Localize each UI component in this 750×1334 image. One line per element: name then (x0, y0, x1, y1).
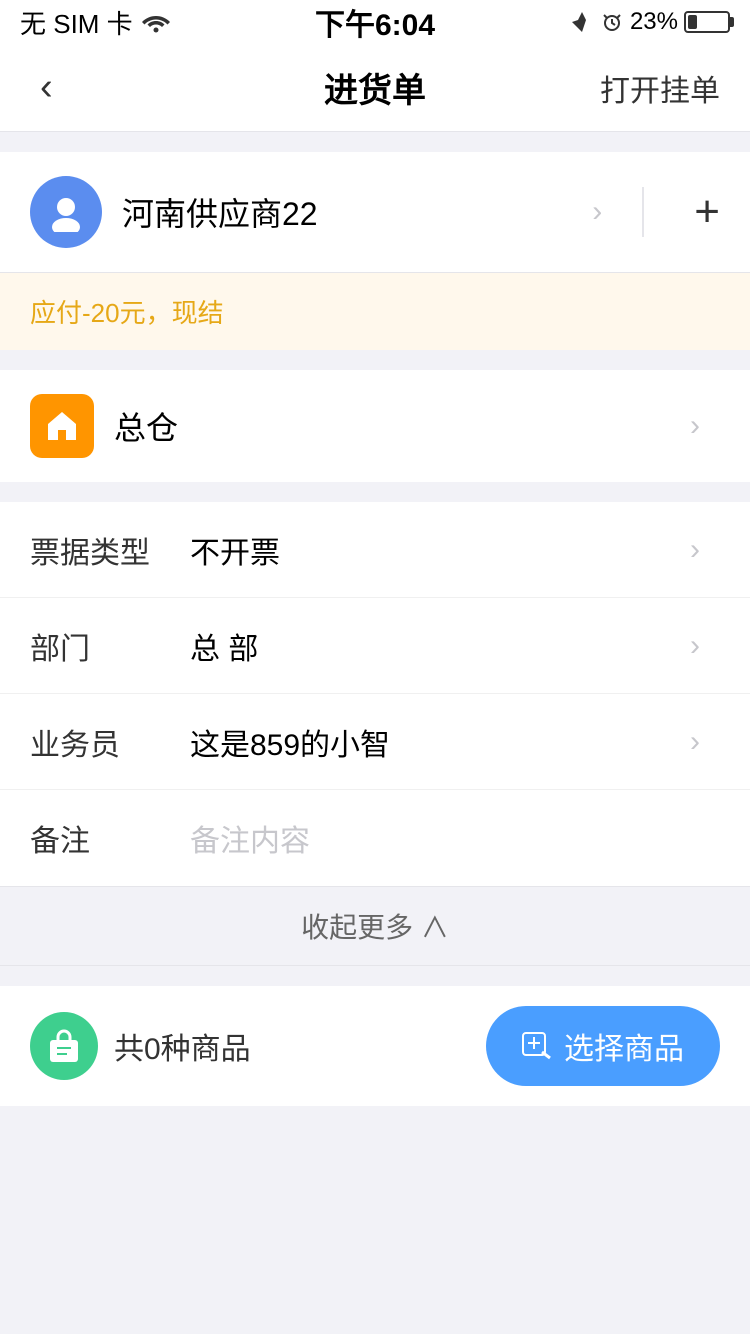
product-icon (30, 1012, 98, 1080)
collapse-button[interactable]: 收起更多 ∧ (0, 886, 750, 966)
department-arrow-icon: › (690, 629, 700, 663)
shopping-bag-icon (44, 1026, 84, 1066)
status-right: 23% (570, 8, 730, 36)
status-time: 下午6:04 (315, 0, 435, 44)
location-icon (570, 10, 594, 34)
department-row[interactable]: 部门 总 部 › (0, 598, 750, 694)
department-value: 总 部 (170, 624, 690, 668)
salesperson-arrow-icon: › (690, 725, 700, 759)
form-section: 票据类型 不开票 › 部门 总 部 › 业务员 这是859的小智 › 备注 备注… (0, 502, 750, 886)
supplier-divider (642, 187, 644, 237)
supplier-arrow-icon: › (592, 195, 602, 229)
collapse-label: 收起更多 ∧ (301, 906, 449, 946)
battery-text: 23% (630, 8, 678, 36)
select-product-label: 选择商品 (564, 1024, 684, 1068)
notice-text: 应付-20元，现结 (30, 298, 224, 328)
remark-row[interactable]: 备注 备注内容 (0, 790, 750, 886)
invoice-type-value: 不开票 (170, 528, 690, 572)
remark-placeholder: 备注内容 (170, 816, 720, 860)
department-label: 部门 (30, 624, 170, 668)
salesperson-value: 这是859的小智 (170, 720, 690, 764)
product-count-left: 共0种商品 (30, 1012, 251, 1080)
warehouse-arrow-icon: › (690, 409, 700, 443)
section-gap-1 (0, 132, 750, 152)
supplier-avatar (30, 176, 102, 248)
invoice-type-arrow-icon: › (690, 533, 700, 567)
nav-bar: ‹ 进货单 打开挂单 (0, 44, 750, 132)
section-gap-2 (0, 350, 750, 370)
invoice-type-label: 票据类型 (30, 528, 170, 572)
select-product-icon (522, 1032, 554, 1060)
wifi-icon (141, 10, 171, 34)
house-icon (44, 408, 80, 444)
notice-bar: 应付-20元，现结 (0, 273, 750, 350)
supplier-row[interactable]: 河南供应商22 › (0, 152, 622, 272)
warehouse-name: 总仓 (114, 403, 690, 449)
back-button[interactable]: ‹ (30, 56, 63, 119)
section-gap-3 (0, 482, 750, 502)
main-content: 河南供应商22 › + 应付-20元，现结 总仓 › 票据类型 不开票 › 部门 (0, 132, 750, 1334)
supplier-section: 河南供应商22 › + (0, 152, 750, 273)
select-product-button[interactable]: 选择商品 (486, 1006, 720, 1086)
warehouse-row[interactable]: 总仓 › (0, 370, 750, 482)
page-title: 进货单 (324, 63, 426, 112)
supplier-name: 河南供应商22 (122, 189, 592, 235)
status-bar: 无 SIM 卡 下午6:04 23% (0, 0, 750, 44)
alarm-icon (600, 10, 624, 34)
warehouse-icon (30, 394, 94, 458)
bottom-bar: 共0种商品 选择商品 (0, 986, 750, 1106)
add-supplier-button[interactable]: + (664, 187, 750, 237)
salesperson-label: 业务员 (30, 720, 170, 764)
battery-icon (684, 11, 730, 33)
open-pending-button[interactable]: 打开挂单 (600, 66, 720, 110)
carrier-text: 无 SIM 卡 (20, 4, 133, 41)
status-carrier: 无 SIM 卡 (20, 4, 171, 41)
salesperson-row[interactable]: 业务员 这是859的小智 › (0, 694, 750, 790)
remark-label: 备注 (30, 816, 170, 860)
product-count-text: 共0种商品 (114, 1024, 251, 1068)
invoice-type-row[interactable]: 票据类型 不开票 › (0, 502, 750, 598)
person-icon (46, 192, 86, 232)
